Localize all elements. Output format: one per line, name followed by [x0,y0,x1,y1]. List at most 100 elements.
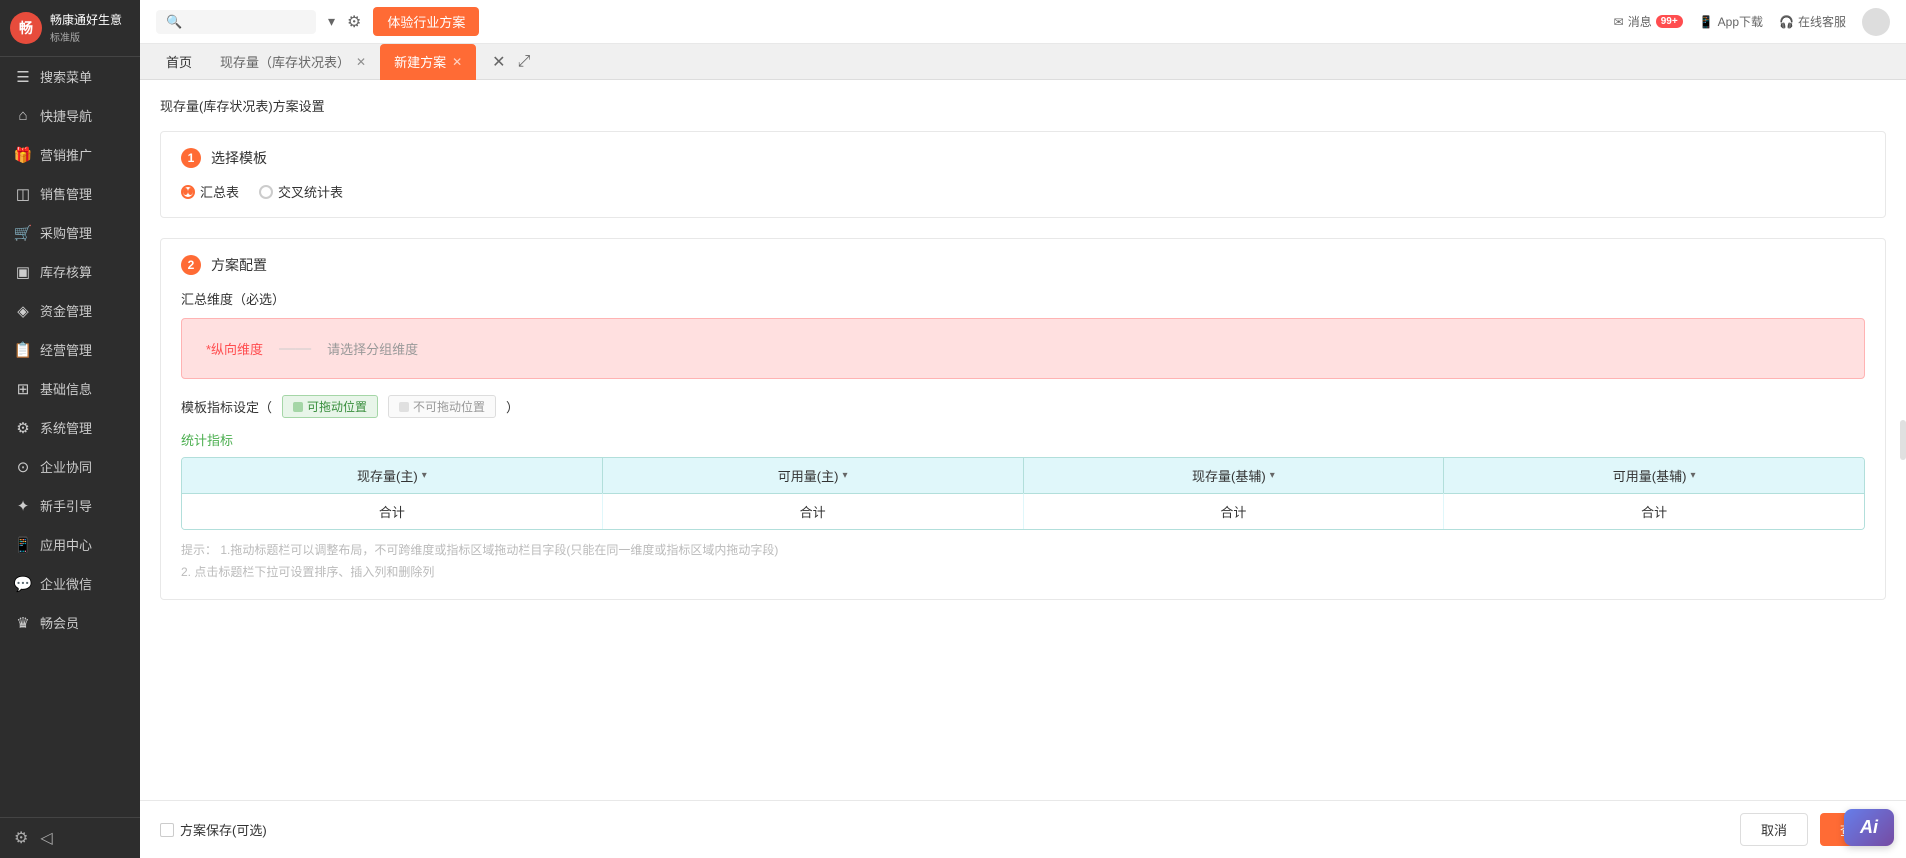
topbar-search-box[interactable]: 🔍 [156,10,316,34]
chevron-down-icon-1[interactable]: ▾ [842,470,847,481]
sidebar-item-system[interactable]: ⚙ 系统管理 [0,408,140,447]
avatar[interactable] [1862,8,1890,36]
resize-handle[interactable] [1900,420,1906,460]
sidebar-item-marketing[interactable]: 🎁 营销推广 [0,135,140,174]
sidebar-item-label: 系统管理 [40,418,92,437]
sidebar-item-label: 经营管理 [40,340,92,359]
dropdown-icon[interactable]: ▾ [328,13,335,30]
stats-col-available-sub[interactable]: 可用量(基辅) ▾ [1444,458,1864,493]
tab-home[interactable]: 首页 [152,46,206,77]
sidebar-item-search-menu[interactable]: ☰ 搜索菜单 [0,57,140,96]
stats-table: 现存量(主) ▾ 可用量(主) ▾ 现存量(基辅) ▾ 可用量(基辅) [181,457,1865,530]
sidebar-item-label: 搜索菜单 [40,67,92,86]
section-1-title: 选择模板 [211,148,267,168]
drag-can-badge: 可拖动位置 [282,395,378,418]
sidebar-item-basic-info[interactable]: ⊞ 基础信息 [0,369,140,408]
drag-cannot-badge: 不可拖动位置 [388,395,496,418]
sidebar-item-member[interactable]: ♛ 畅会员 [0,603,140,642]
tab-new-plan[interactable]: 新建方案 ✕ [380,44,476,80]
sidebar-item-app-center[interactable]: 📱 应用中心 [0,525,140,564]
tab-close-active-icon[interactable]: ✕ [452,55,462,69]
radio-cross-circle [259,185,273,199]
online-service-action[interactable]: 🎧 在线客服 [1779,13,1846,30]
sidebar-item-label: 企业协同 [40,457,92,476]
sidebar-item-sales[interactable]: ◫ 销售管理 [0,174,140,213]
logo-text: 畅康通好生意 标准版 [50,12,122,44]
settings-footer-icon[interactable]: ⚙ [14,828,28,848]
radio-summary[interactable]: 汇总表 [181,182,239,201]
stats-sub-2: 合计 [1220,502,1246,521]
message-label: 消息 [1628,13,1652,30]
sidebar-item-label: 销售管理 [40,184,92,203]
stats-col-available-sub-label: 可用量(基辅) [1613,466,1687,485]
tab-inventory-status[interactable]: 现存量（库存状况表） ✕ [206,44,380,80]
main-content: 🔍 ▾ ⚙ 体验行业方案 ✉ 消息 99+ 📱 App下载 🎧 在线客服 首页 [140,0,1906,858]
app-download-action[interactable]: 📱 App下载 [1699,13,1763,30]
headset-icon: 🎧 [1779,15,1794,29]
radio-cross[interactable]: 交叉统计表 [259,182,343,201]
gift-icon: 🎁 [14,146,32,164]
sidebar-item-label: 应用中心 [40,535,92,554]
cancel-button[interactable]: 取消 [1740,813,1808,846]
chevron-down-icon-0[interactable]: ▾ [422,470,427,481]
ai-badge[interactable]: Ai [1844,809,1894,846]
template-options: 汇总表 交叉统计表 [181,182,1865,201]
star-icon: ✦ [14,497,32,515]
drag-cannot-label: 不可拖动位置 [413,398,485,415]
section-2-header: 2 方案配置 [181,255,1865,275]
stats-col-current-main[interactable]: 现存量(主) ▾ [182,458,603,493]
stats-label: 统计指标 [181,430,1865,449]
dimension-required: *纵向维度 [206,339,263,358]
section-1-num: 1 [181,148,201,168]
sidebar-item-label: 营销推广 [40,145,92,164]
stats-col-current-sub-label: 现存量(基辅) [1192,466,1266,485]
sidebar-item-business[interactable]: 📋 经营管理 [0,330,140,369]
sidebar: 畅 畅康通好生意 标准版 ☰ 搜索菜单 ⌂ 快捷导航 🎁 营销推广 ◫ 销售管理… [0,0,140,858]
dimension-box[interactable]: *纵向维度 —— 请选择分组维度 [181,318,1865,379]
sidebar-item-label: 资金管理 [40,301,92,320]
stats-sub-3: 合计 [1641,502,1667,521]
sidebar-item-quick-nav[interactable]: ⌂ 快捷导航 [0,96,140,135]
chevron-down-icon-3[interactable]: ▾ [1690,470,1695,481]
settings-icon[interactable]: ⚙ [347,12,361,32]
stats-header-row: 现存量(主) ▾ 可用量(主) ▾ 现存量(基辅) ▾ 可用量(基辅) [182,458,1864,493]
phone-download-icon: 📱 [1699,15,1714,29]
sidebar-item-wechat[interactable]: 💬 企业微信 [0,564,140,603]
stats-col-available-main[interactable]: 可用量(主) ▾ [603,458,1024,493]
gear-icon: ⚙ [14,419,32,437]
chevron-down-icon-2[interactable]: ▾ [1270,470,1275,481]
window-expand-icon[interactable]: ⤢ [518,53,531,71]
message-action[interactable]: ✉ 消息 99+ [1614,13,1683,30]
trial-btn[interactable]: 体验行业方案 [373,7,479,36]
crown-icon: ♛ [14,614,32,632]
online-service-label: 在线客服 [1798,13,1846,30]
radio-summary-label: 汇总表 [200,182,239,201]
sidebar-item-label: 快捷导航 [40,106,92,125]
search-input[interactable] [188,15,288,29]
window-close-icon[interactable]: ✕ [492,52,505,72]
drag-can-dot [293,402,303,412]
tips-line-2: 2. 点击标题栏下拉可设置排序、插入列和删除列 [181,562,1865,584]
stats-section: 统计指标 现存量(主) ▾ 可用量(主) ▾ 现存量(基辅) [181,430,1865,530]
stats-sub-1: 合计 [800,502,826,521]
save-checkbox[interactable]: 方案保存(可选) [160,820,267,839]
app-download-label: App下载 [1718,13,1763,30]
sidebar-item-purchase[interactable]: 🛒 采购管理 [0,213,140,252]
home-icon: ⌂ [14,107,32,125]
stats-body-row: 合计 合计 合计 合计 [182,493,1864,529]
dimension-placeholder: 请选择分组维度 [327,339,418,358]
sidebar-item-label: 企业微信 [40,574,92,593]
tab-close-icon[interactable]: ✕ [356,55,366,69]
section-2-num: 2 [181,255,201,275]
sidebar-item-finance[interactable]: ◈ 资金管理 [0,291,140,330]
stats-col-current-sub[interactable]: 现存量(基辅) ▾ [1024,458,1445,493]
sidebar-item-corp[interactable]: ⊙ 企业协同 [0,447,140,486]
bag-icon: 🛒 [14,224,32,242]
drag-can-label: 可拖动位置 [307,398,367,415]
sidebar-item-newbie[interactable]: ✦ 新手引导 [0,486,140,525]
sidebar-item-inventory[interactable]: ▣ 库存核算 [0,252,140,291]
search-menu-icon: ☰ [14,68,32,86]
audio-icon[interactable]: ◁ [40,828,52,848]
stats-sub-0: 合计 [379,502,405,521]
topbar: 🔍 ▾ ⚙ 体验行业方案 ✉ 消息 99+ 📱 App下载 🎧 在线客服 [140,0,1906,44]
